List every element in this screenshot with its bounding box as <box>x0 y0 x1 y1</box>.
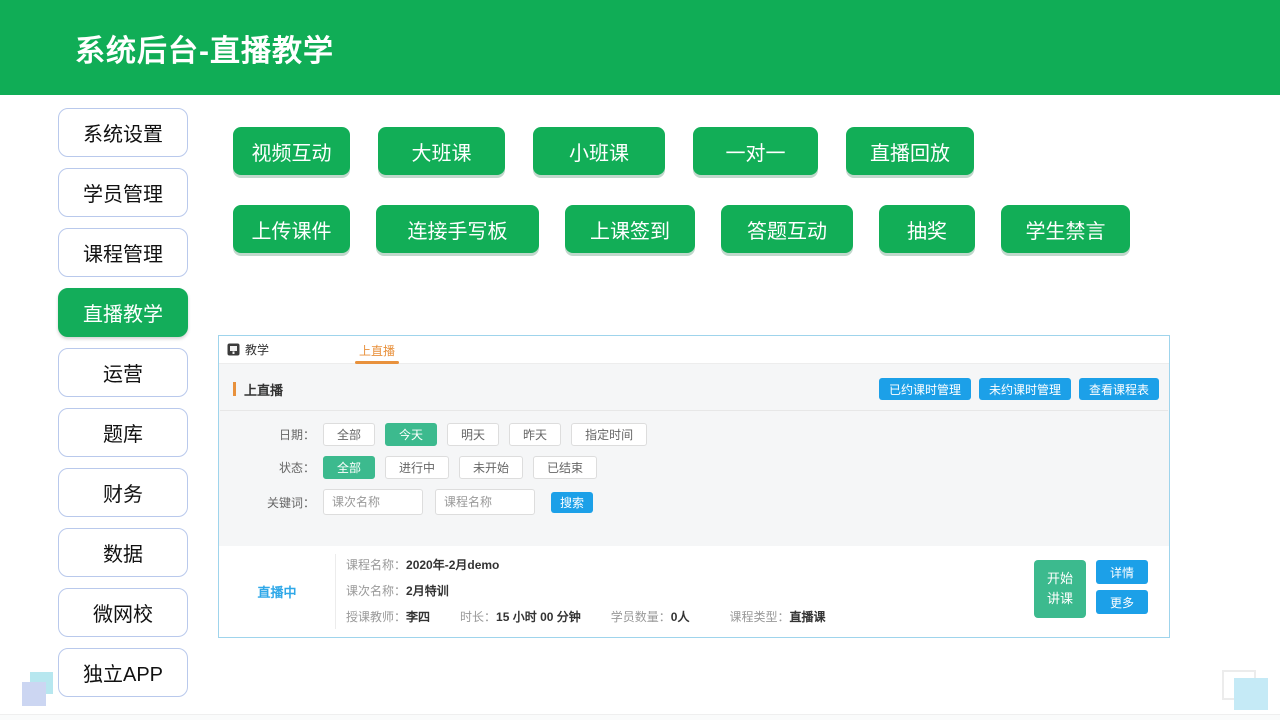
tab-live-streaming-label: 上直播 <box>359 342 395 359</box>
course-name-input[interactable] <box>435 489 535 515</box>
sidebar-item-course-management[interactable]: 课程管理 <box>58 228 188 277</box>
feature-connect-writing-tablet[interactable]: 连接手写板 <box>376 205 539 253</box>
feature-video-interaction[interactable]: 视频互动 <box>233 127 350 175</box>
sidebar-item-standalone-app[interactable]: 独立APP <box>58 648 188 697</box>
section-title-bar <box>233 382 236 396</box>
decor-square-lavender-left <box>22 682 46 706</box>
row-actions: 开始讲课 详情 更多 <box>1034 546 1169 637</box>
course-name-value: 2020年-2月demo <box>406 556 499 573</box>
start-class-button[interactable]: 开始讲课 <box>1034 560 1086 618</box>
sidebar-item-operations[interactable]: 运营 <box>58 348 188 397</box>
teaching-app-icon <box>227 343 240 356</box>
section-head-buttons: 已约课时管理 未约课时管理 查看课程表 <box>879 378 1159 400</box>
feature-upload-courseware[interactable]: 上传课件 <box>233 205 350 253</box>
course-list: 直播中 课程名称： 2020年-2月demo 课次名称： 2月特训 授课教师： … <box>219 546 1169 637</box>
session-name-value: 2月特训 <box>406 582 449 599</box>
section-title: 上直播 <box>233 380 283 399</box>
tab-active-underline <box>355 361 399 364</box>
students-label: 学员数量： <box>611 608 671 625</box>
status-filter-ongoing[interactable]: 进行中 <box>385 456 449 479</box>
status-filter-row: 状态： 全部 进行中 未开始 已结束 <box>253 456 1169 479</box>
decor-square-cyan-right <box>1234 678 1268 710</box>
live-status-cell: 直播中 <box>219 554 336 629</box>
sidebar-item-student-management[interactable]: 学员管理 <box>58 168 188 217</box>
students-value: 0人 <box>671 608 690 625</box>
detail-button[interactable]: 详情 <box>1096 560 1148 584</box>
session-name-line: 课次名称： 2月特训 <box>346 582 1034 599</box>
filters: 日期： 全部 今天 明天 昨天 指定时间 状态： 全部 进行中 未开始 已结束 … <box>219 411 1169 515</box>
teacher-label: 授课教师： <box>346 608 406 625</box>
feature-small-class[interactable]: 小班课 <box>533 127 665 175</box>
feature-class-checkin[interactable]: 上课签到 <box>565 205 695 253</box>
feature-one-on-one[interactable]: 一对一 <box>693 127 818 175</box>
search-button[interactable]: 搜索 <box>551 492 593 513</box>
panel-body: 上直播 已约课时管理 未约课时管理 查看课程表 日期： 全部 今天 明天 昨天 … <box>219 364 1169 546</box>
date-filter-row: 日期： 全部 今天 明天 昨天 指定时间 <box>253 423 1169 446</box>
page-header: 系统后台-直播教学 <box>0 0 1280 95</box>
date-filter-custom[interactable]: 指定时间 <box>571 423 647 446</box>
admin-panel: 教学 上直播 上直播 已约课时管理 未约课时管理 查看课程表 日期： 全部 今天 <box>218 335 1170 638</box>
date-filter-all[interactable]: 全部 <box>323 423 375 446</box>
teacher-value: 李四 <box>406 608 430 625</box>
status-filter-ended[interactable]: 已结束 <box>533 456 597 479</box>
course-details: 课程名称： 2020年-2月demo 课次名称： 2月特训 授课教师： 李四 时… <box>336 546 1034 637</box>
section-head: 上直播 已约课时管理 未约课时管理 查看课程表 <box>219 364 1169 410</box>
feature-buttons: 视频互动 大班课 小班课 一对一 直播回放 上传课件 连接手写板 上课签到 答题… <box>233 127 1130 283</box>
booked-lessons-button[interactable]: 已约课时管理 <box>879 378 971 400</box>
feature-lottery[interactable]: 抽奖 <box>879 205 975 253</box>
date-filter-today[interactable]: 今天 <box>385 423 437 446</box>
panel-brand: 教学 <box>227 341 269 358</box>
feature-quiz-interaction[interactable]: 答题互动 <box>721 205 853 253</box>
view-schedule-button[interactable]: 查看课程表 <box>1079 378 1159 400</box>
sidebar-item-question-bank[interactable]: 题库 <box>58 408 188 457</box>
feature-live-replay[interactable]: 直播回放 <box>846 127 974 175</box>
tab-live-streaming[interactable]: 上直播 <box>359 336 395 364</box>
page-title: 系统后台-直播教学 <box>75 26 334 70</box>
course-type-value: 直播课 <box>789 608 825 625</box>
duration-value: 15 小时 00 分钟 <box>496 608 581 625</box>
sidebar-item-micro-school[interactable]: 微网校 <box>58 588 188 637</box>
course-meta-line: 授课教师： 李四 时长： 15 小时 00 分钟 学员数量： 0人 课程类型： … <box>346 608 1034 625</box>
sidebar: 系统设置 学员管理 课程管理 直播教学 运营 题库 财务 数据 微网校 独立AP… <box>58 108 188 708</box>
date-filter-label: 日期： <box>253 426 315 443</box>
status-badge: 直播中 <box>257 582 296 601</box>
panel-tabbar: 教学 上直播 <box>219 336 1169 364</box>
sidebar-item-live-teaching[interactable]: 直播教学 <box>58 288 188 337</box>
keyword-filter-label: 关键词： <box>253 494 315 511</box>
feature-row-2: 上传课件 连接手写板 上课签到 答题互动 抽奖 学生禁言 <box>233 205 1130 253</box>
feature-row-1: 视频互动 大班课 小班课 一对一 直播回放 <box>233 127 1130 175</box>
date-filter-yesterday[interactable]: 昨天 <box>509 423 561 446</box>
session-name-input[interactable] <box>323 489 423 515</box>
course-type-label: 课程类型： <box>729 608 789 625</box>
sidebar-item-system-settings[interactable]: 系统设置 <box>58 108 188 157</box>
feature-student-mute[interactable]: 学生禁言 <box>1001 205 1130 253</box>
bottom-strip <box>0 714 1280 720</box>
status-filter-all[interactable]: 全部 <box>323 456 375 479</box>
panel-brand-label: 教学 <box>245 341 269 358</box>
date-filter-tomorrow[interactable]: 明天 <box>447 423 499 446</box>
keyword-filter-row: 关键词： 搜索 <box>253 489 1169 515</box>
sidebar-item-finance[interactable]: 财务 <box>58 468 188 517</box>
section-title-text: 上直播 <box>244 380 283 399</box>
status-filter-not-started[interactable]: 未开始 <box>459 456 523 479</box>
course-name-line: 课程名称： 2020年-2月demo <box>346 556 1034 573</box>
feature-large-class[interactable]: 大班课 <box>378 127 505 175</box>
duration-label: 时长： <box>460 608 496 625</box>
sidebar-item-data[interactable]: 数据 <box>58 528 188 577</box>
session-name-label: 课次名称： <box>346 582 406 599</box>
course-name-label: 课程名称： <box>346 556 406 573</box>
status-filter-label: 状态： <box>253 459 315 476</box>
more-button[interactable]: 更多 <box>1096 590 1148 614</box>
unbooked-lessons-button[interactable]: 未约课时管理 <box>979 378 1071 400</box>
